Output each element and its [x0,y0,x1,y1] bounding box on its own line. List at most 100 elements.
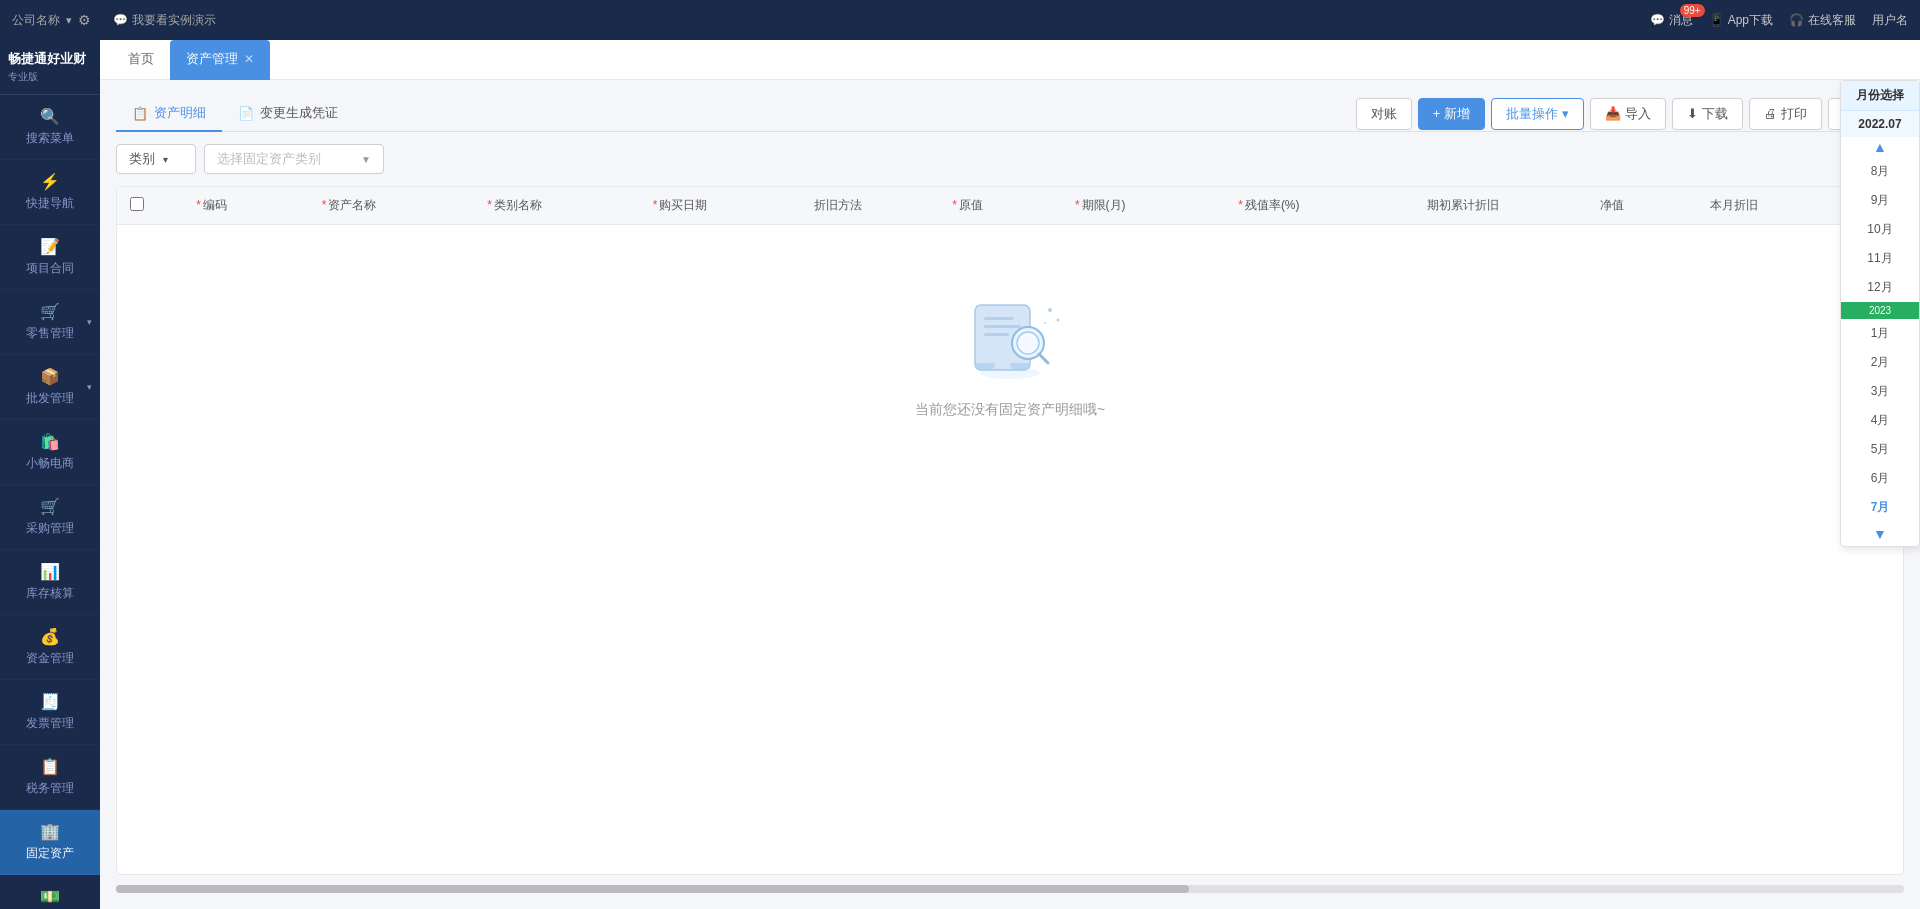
reconcile-button[interactable]: 对账 [1356,98,1412,130]
tab-home[interactable]: 首页 [112,40,170,80]
main-layout: 畅捷通好业财 专业版 🔍 搜索菜单 ⚡ 快捷导航 📝 项目合同 🛒 零售管理 ▾… [0,40,1920,909]
sub-tabs: 📋 资产明细 📄 变更生成凭证 对账 + 新增 批量操作 ▾ 📥 [116,96,1904,132]
sidebar-item-salary[interactable]: 💵 工资 [0,875,100,909]
inventory-icon: 📊 [40,562,60,581]
tab-bar: 首页 资产管理 ✕ [100,40,1920,80]
current-month-display[interactable]: 2022.07 [1841,111,1919,137]
month-item-6[interactable]: 6月 [1841,464,1919,493]
month-item-4[interactable]: 4月 [1841,406,1919,435]
import-icon: 📥 [1605,106,1621,121]
company-dropdown-icon[interactable]: ▾ [66,14,72,27]
service-icon: 🎧 [1789,13,1804,27]
col-category-name: *类别名称 [432,187,598,225]
category-placeholder: 选择固定资产类别 [217,150,321,168]
sidebar-item-finance-mgmt[interactable]: 💰 资金管理 [0,615,100,680]
top-bar: 公司名称 ▾ ⚙ 💬 我要看实例演示 💬 消息 99+ 📱 App下载 🎧 在线… [0,0,1920,40]
sidebar-item-search[interactable]: 🔍 搜索菜单 [0,95,100,160]
user-name[interactable]: 用户名 [1872,12,1908,29]
change-voucher-icon: 📄 [238,106,254,121]
sidebar-item-project-contract[interactable]: 📝 项目合同 [0,225,100,290]
sidebar-item-wholesale-mgmt[interactable]: 📦 批发管理 ▾ [0,355,100,420]
svg-point-12 [1044,322,1046,324]
batch-label: 批量操作 [1506,105,1558,123]
download-label: 下载 [1702,105,1728,123]
salary-icon: 💵 [40,887,60,906]
message-button[interactable]: 💬 消息 99+ [1650,12,1693,29]
month-item-1[interactable]: 1月 [1841,319,1919,348]
purchase-mgmt-icon: 🛒 [40,497,60,516]
sidebar-item-inventory[interactable]: 📊 库存核算 [0,550,100,615]
online-service-button[interactable]: 🎧 在线客服 [1789,12,1856,29]
sidebar-item-fixed-assets[interactable]: 🏢 固定资产 [0,810,100,875]
month-up-button[interactable]: ▲ [1841,137,1919,157]
sidebar-item-retail-mgmt[interactable]: 🛒 零售管理 ▾ [0,290,100,355]
empty-state: 当前您还没有固定资产明细哦~ [117,225,1903,479]
month-item-8[interactable]: 8月 [1841,157,1919,186]
col-residual-rate: *残值率(%) [1178,187,1359,225]
print-button[interactable]: 🖨 打印 [1749,98,1822,130]
demo-link[interactable]: 💬 我要看实例演示 [113,12,216,29]
retail-arrow-icon: ▾ [87,317,92,327]
brand-name: 畅捷通好业财 [8,50,92,68]
brand-sub: 专业版 [8,70,92,84]
message-badge: 99+ [1680,4,1705,17]
batch-dropdown-icon: ▾ [1562,106,1569,121]
app-download-label: App下载 [1728,12,1773,29]
month-down-button[interactable]: ▼ [1873,526,1887,542]
empty-row: 当前您还没有固定资产明细哦~ [117,225,1903,480]
tax-mgmt-icon: 📋 [40,757,60,776]
import-label: 导入 [1625,105,1651,123]
svg-line-9 [1039,354,1048,363]
sidebar-item-mini-ecommerce[interactable]: 🛍️ 小畅电商 [0,420,100,485]
company-name[interactable]: 公司名称 [12,12,60,29]
fixed-assets-icon: 🏢 [40,822,60,841]
sidebar-label-purchase: 采购管理 [26,520,74,537]
add-button[interactable]: + 新增 [1418,98,1485,130]
sidebar-item-invoice-mgmt[interactable]: 🧾 发票管理 [0,680,100,745]
sidebar-label-finance: 资金管理 [26,650,74,667]
month-item-5[interactable]: 5月 [1841,435,1919,464]
select-all-header [117,187,157,225]
batch-button[interactable]: 批量操作 ▾ [1491,98,1584,130]
sidebar-label-wholesale: 批发管理 [26,390,74,407]
month-item-12[interactable]: 12月 [1841,273,1919,302]
demo-icon: 💬 [113,13,128,27]
month-item-2[interactable]: 2月 [1841,348,1919,377]
month-item-3[interactable]: 3月 [1841,377,1919,406]
col-purchase-date: *购买日期 [597,187,763,225]
horizontal-scrollbar[interactable] [116,881,1904,893]
tab-asset-mgmt[interactable]: 资产管理 ✕ [170,40,270,80]
sidebar-label-search: 搜索菜单 [26,130,74,147]
col-period-cumulative: 期初累计折旧 [1359,187,1565,225]
sidebar-label-invoice: 发票管理 [26,715,74,732]
month-item-11[interactable]: 11月 [1841,244,1919,273]
demo-text: 我要看实例演示 [132,12,216,29]
category-input[interactable]: 选择固定资产类别 ▼ [204,144,384,174]
sub-tab-asset-detail[interactable]: 📋 资产明细 [116,96,222,132]
category-filter-select[interactable]: 类别 ▾ [116,144,196,174]
action-buttons: 对账 + 新增 批量操作 ▾ 📥 导入 ⬇ 下载 🖨 [1356,98,1904,130]
category-dropdown-arrow: ▾ [163,154,168,165]
download-button[interactable]: ⬇ 下载 [1672,98,1743,130]
sidebar-item-quick-nav[interactable]: ⚡ 快捷导航 [0,160,100,225]
sidebar-item-purchase-mgmt[interactable]: 🛒 采购管理 [0,485,100,550]
sidebar-item-tax-mgmt[interactable]: 📋 税务管理 [0,745,100,810]
month-item-10[interactable]: 10月 [1841,215,1919,244]
settings-icon[interactable]: ⚙ [78,12,91,28]
select-all-checkbox[interactable] [130,197,144,211]
scrollbar-thumb [116,885,1189,893]
filter-row: 类别 ▾ 选择固定资产类别 ▼ [116,144,1904,174]
month-item-9[interactable]: 9月 [1841,186,1919,215]
import-button[interactable]: 📥 导入 [1590,98,1666,130]
year-2023-badge: 2023 [1841,302,1919,319]
invoice-mgmt-icon: 🧾 [40,692,60,711]
app-download-button[interactable]: 📱 App下载 [1709,12,1773,29]
search-icon: 🔍 [40,107,60,126]
sub-tab-change-voucher[interactable]: 📄 变更生成凭证 [222,96,354,132]
finance-mgmt-icon: 💰 [40,627,60,646]
tab-close-icon[interactable]: ✕ [244,52,254,66]
svg-point-11 [1057,319,1060,322]
month-item-7[interactable]: 7月 [1841,493,1919,522]
month-picker-footer: ▼ [1841,522,1919,546]
empty-illustration [950,285,1070,385]
